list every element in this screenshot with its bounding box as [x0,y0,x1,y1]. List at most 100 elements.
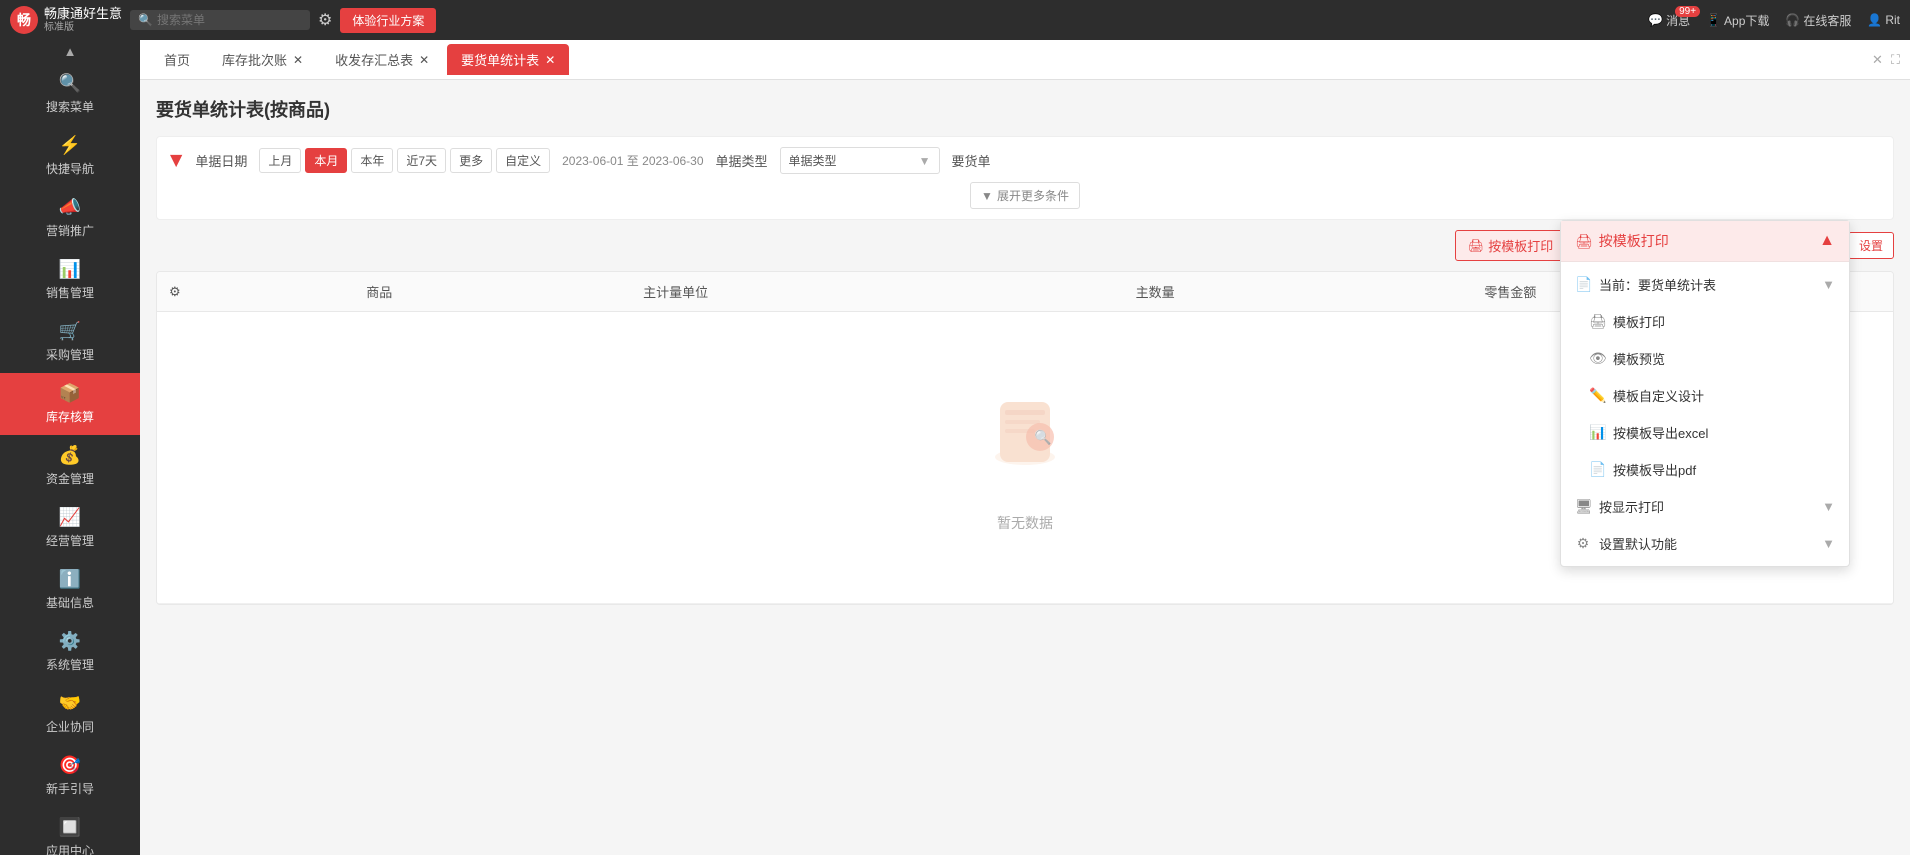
empty-svg: 🔍 [975,382,1075,482]
tab-home[interactable]: 首页 [150,44,204,75]
sidebar-label-purchase: 采购管理 [46,346,94,363]
inventory-icon: 📦 [59,383,81,404]
service-icon: 🎧 [1785,13,1800,27]
template-design-item[interactable]: ✏️ 模板自定义设计 [1561,377,1849,414]
sidebar-item-guide[interactable]: 🎯 新手引导 [0,745,140,807]
sidebar-item-inventory[interactable]: 📦 库存核算 [0,373,140,435]
sidebar-item-purchase[interactable]: 🛒 采购管理 [0,311,140,373]
sidebar-label-system: 系统管理 [46,656,94,673]
set-default-arrow: ▼ [1822,536,1835,551]
date-btn-last-month[interactable]: 上月 [259,148,301,173]
sidebar-label-app-center: 应用中心 [46,842,94,855]
logo-text: 畅康通好生意 标准版 [44,6,122,34]
set-default-section[interactable]: ⚙ 设置默认功能 ▼ [1561,525,1849,562]
filter-row-expand: ▼ 展开更多条件 [171,182,1879,209]
template-preview-item[interactable]: 👁 模板预览 [1561,340,1849,377]
display-print-label: 按显示打印 [1599,497,1664,516]
template-pdf-icon: 📄 [1589,461,1605,478]
template-current-label: 当前：要货单统计表 [1599,275,1716,294]
order-type-value: 单据类型 [789,152,837,169]
message-btn[interactable]: 💬 消息 99+ [1648,12,1690,29]
quick-nav-icon: ⚡ [59,135,81,156]
col-settings[interactable]: ⚙ [157,272,354,312]
sidebar-item-marketing[interactable]: 📣 营销推广 [0,187,140,249]
online-service-btn[interactable]: 🎧 在线客服 [1785,12,1851,29]
sidebar-item-basic-info[interactable]: ℹ️ 基础信息 [0,559,140,621]
user-avatar[interactable]: 👤 Rit [1867,13,1900,27]
tab-fullscreen-icon[interactable]: ⛶ [1891,52,1900,68]
sales-icon: 📊 [59,259,81,280]
sidebar-item-operations[interactable]: 📈 经营管理 [0,497,140,559]
tab-bar-right: ✕ ⛶ [1872,52,1900,68]
tab-order-stat-close[interactable]: ✕ [545,53,555,67]
date-range-text: 2023-06-01 至 2023-06-30 [562,152,703,169]
date-btn-this-month[interactable]: 本月 [305,148,347,173]
tab-close-all-icon[interactable]: ✕ [1872,52,1883,68]
industry-btn[interactable]: 体验行业方案 [340,8,436,33]
logo-icon: 畅 [10,6,38,34]
template-dropdown-body: 📄 当前：要货单统计表 ▼ 🖨 模板打印 👁 模板预览 [1561,262,1849,566]
svg-text:🔍: 🔍 [1034,428,1051,446]
sidebar-label-operations: 经营管理 [46,532,94,549]
template-design-icon: ✏️ [1589,387,1605,404]
tab-order-stat-label: 要货单统计表 [461,50,539,69]
template-excel-item[interactable]: 📊 按模板导出excel [1561,414,1849,451]
app-download-btn[interactable]: 📱 App下载 [1706,12,1769,29]
display-print-section[interactable]: 🖥 按显示打印 ▼ [1561,488,1849,525]
sidebar-item-system[interactable]: ⚙️ 系统管理 [0,621,140,683]
sidebar-label-marketing: 营销推广 [46,222,94,239]
main-layout: ▲ 🔍 搜索菜单 ⚡ 快捷导航 📣 营销推广 📊 销售管理 🛒 采购管理 📦 库… [0,40,1910,855]
online-service-label: 在线客服 [1803,12,1851,29]
sidebar-label-guide: 新手引导 [46,780,94,797]
page-content: 要货单统计表(按商品) ▶ 单据日期 上月 本月 本年 近7天 更多 自定义 2… [140,80,1910,855]
template-print-item[interactable]: 🖨 模板打印 [1561,303,1849,340]
search-input[interactable] [157,13,302,27]
date-btn-custom[interactable]: 自定义 [496,148,550,173]
app-center-icon: 🔲 [59,817,81,838]
settings-btn[interactable]: 设置 [1848,232,1894,259]
template-pdf-label: 按模板导出pdf [1613,460,1696,479]
expand-label: 展开更多条件 [997,187,1069,204]
sidebar-item-finance[interactable]: 💰 资金管理 [0,435,140,497]
finance-icon: 💰 [59,445,81,466]
template-dropdown-header: 🖨 按模板打印 ▲ [1561,221,1849,262]
date-btn-this-year[interactable]: 本年 [351,148,393,173]
sidebar-label-search: 搜索菜单 [46,98,94,115]
user-name: Rit [1885,13,1900,27]
template-dropdown-close[interactable]: ▲ [1819,232,1835,250]
tab-order-stat[interactable]: 要货单统计表 ✕ [447,44,569,75]
sidebar-item-collab[interactable]: 🤝 企业协同 [0,683,140,745]
sidebar-item-search[interactable]: 🔍 搜索菜单 [0,63,140,125]
marketing-icon: 📣 [59,197,81,218]
expand-icon: ▼ [981,189,993,203]
expand-conditions-btn[interactable]: ▼ 展开更多条件 [970,182,1080,209]
home-tab-label: 首页 [164,50,190,69]
template-dropdown-title: 🖨 按模板打印 [1575,231,1669,251]
tab-inventory-batch-close[interactable]: ✕ [293,53,303,67]
order-type-select[interactable]: 单据类型 ▼ [780,147,940,174]
date-btn-7days[interactable]: 近7天 [397,148,446,173]
template-pdf-item[interactable]: 📄 按模板导出pdf [1561,451,1849,488]
app-download-label: App下载 [1724,12,1769,29]
tab-receipt-summary[interactable]: 收发存汇总表 ✕ [321,44,443,75]
system-icon: ⚙️ [59,631,81,652]
template-current-icon: 📄 [1575,276,1591,293]
tab-receipt-summary-close[interactable]: ✕ [419,53,429,67]
basic-info-icon: ℹ️ [59,569,81,590]
sidebar-item-app-center[interactable]: 🔲 应用中心 [0,807,140,855]
sidebar-item-quick-nav[interactable]: ⚡ 快捷导航 [0,125,140,187]
filter-row-date: ▶ 单据日期 上月 本月 本年 近7天 更多 自定义 2023-06-01 至 … [171,147,1879,174]
sidebar-item-sales[interactable]: 📊 销售管理 [0,249,140,311]
tab-inventory-batch[interactable]: 库存批次账 ✕ [208,44,317,75]
goods-label: 要货单 [952,151,991,170]
set-default-icon: ⚙ [1575,535,1591,552]
template-current-item[interactable]: 📄 当前：要货单统计表 ▼ [1561,266,1849,303]
sidebar-label-basic-info: 基础信息 [46,594,94,611]
filter-expand-arrow[interactable]: ▶ [167,154,187,166]
date-btn-more[interactable]: 更多 [450,148,492,173]
content-area: 首页 库存批次账 ✕ 收发存汇总表 ✕ 要货单统计表 ✕ ✕ ⛶ 要货单统计表(… [140,40,1910,855]
sidebar-scroll-up[interactable]: ▲ [0,40,140,63]
settings-icon[interactable]: ⚙ [318,10,332,30]
search-bar[interactable]: 🔍 [130,10,310,30]
col-unit: 主计量单位 [631,272,1124,312]
